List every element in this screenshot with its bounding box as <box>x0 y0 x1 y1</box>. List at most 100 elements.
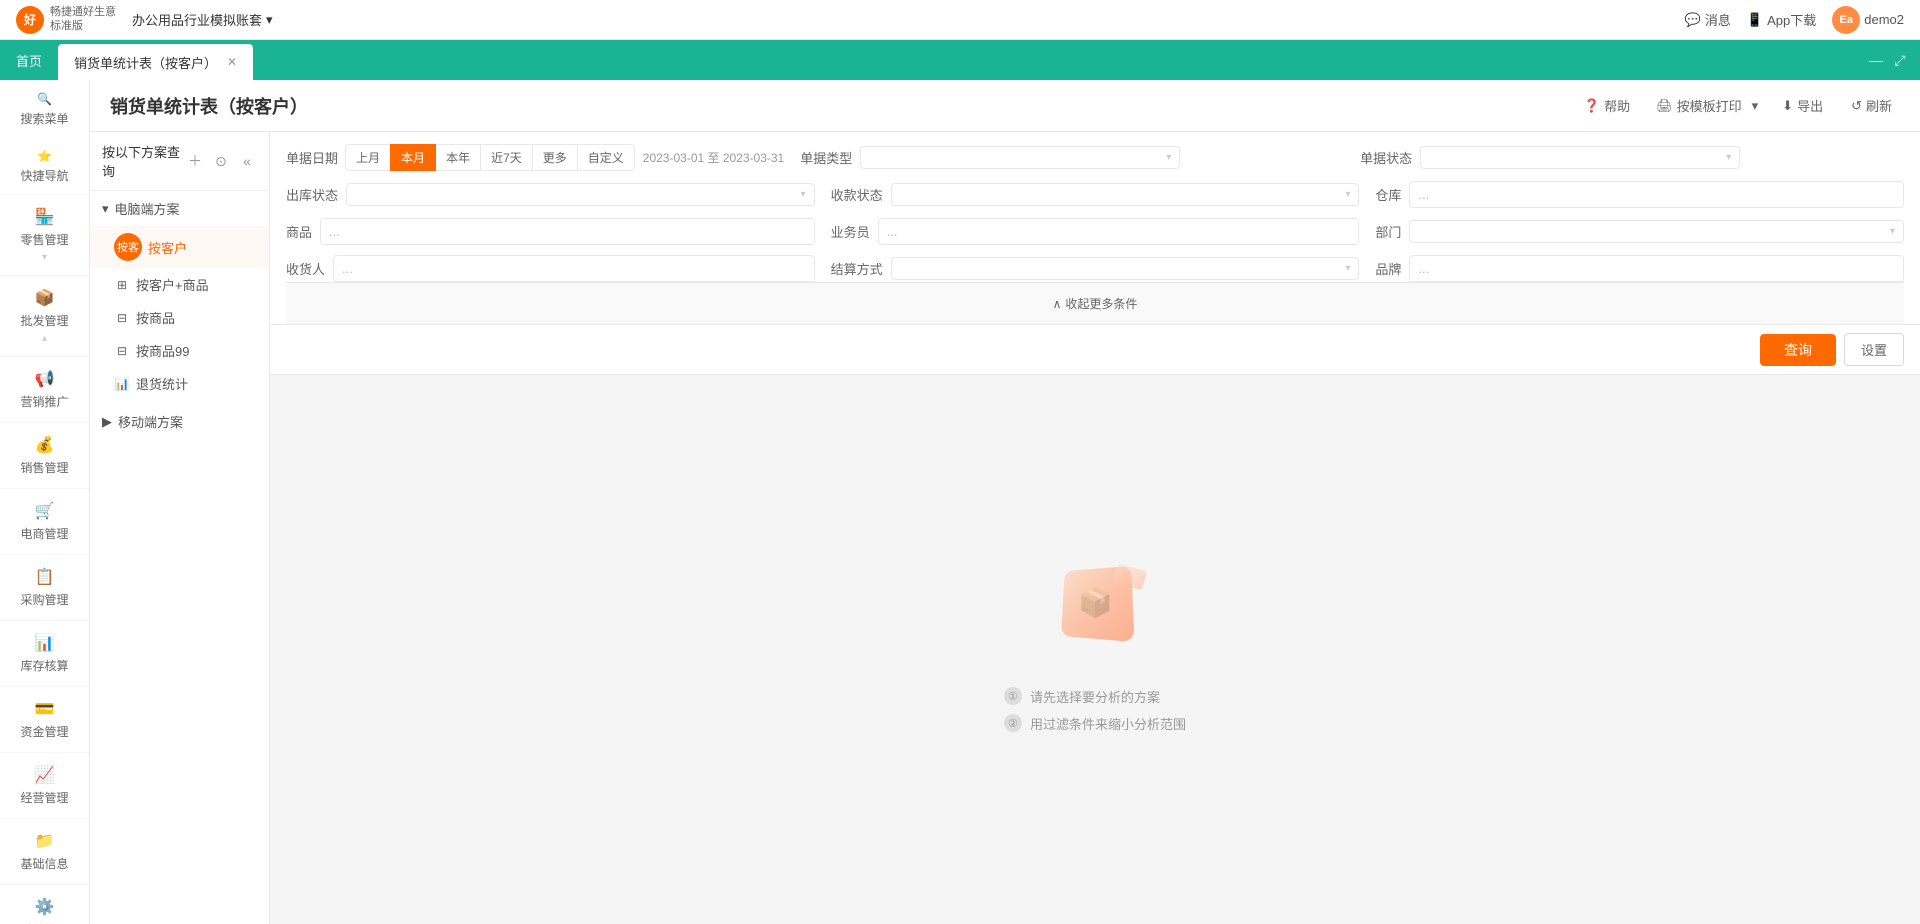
order-status-arrow: ▾ <box>1726 152 1731 163</box>
message-btn[interactable]: 💬 消息 <box>1685 10 1731 29</box>
sidebar-item-sales[interactable]: 💰 销售管理 <box>0 423 89 489</box>
scheme-group-desktop-title[interactable]: ▾ 电脑端方案 <box>90 191 269 226</box>
scheme-header: 按以下方案查询 ＋ ⊙ « <box>90 132 269 191</box>
sidebar-item-inventory[interactable]: 📊 库存核算 <box>0 621 89 687</box>
tab-sales-stats-label: 销货单统计表（按客户） <box>74 53 217 72</box>
ecommerce-icon: 🛒 <box>35 501 55 521</box>
sidebar-item-basic-info[interactable]: 📁 基础信息 <box>0 819 89 885</box>
salesperson-cell: 业务员 ... <box>831 218 1360 245</box>
win-maximize-btn[interactable]: ⤢ <box>1892 52 1908 68</box>
scheme-panel: 按以下方案查询 ＋ ⊙ « ▾ 电脑端方案 按客 按 <box>90 132 270 924</box>
hint-num-1: ① <box>1004 687 1022 705</box>
payment-status-select[interactable]: ▾ <box>891 183 1360 206</box>
settlement-select[interactable]: ▾ <box>891 257 1360 280</box>
salesperson-select[interactable]: ... <box>878 218 1360 245</box>
payment-status-label: 收款状态 <box>831 185 883 204</box>
basic-info-icon: 📁 <box>35 831 55 851</box>
date-btn-custom[interactable]: 自定义 <box>577 144 635 171</box>
scheme-item-by-customer[interactable]: 按客 按客户 <box>90 226 269 268</box>
sidebar-label-inventory: 库存核算 <box>20 657 68 674</box>
user-area[interactable]: Ea demo2 <box>1832 6 1904 34</box>
goods-value: ... <box>329 224 340 239</box>
payment-status-arrow: ▾ <box>1345 189 1350 200</box>
settings-btn[interactable]: 设置 <box>1844 333 1904 366</box>
settlement-cell: 结算方式 ▾ <box>831 257 1360 280</box>
sidebar-item-wholesale[interactable]: 📦 批发管理 ▴ <box>0 276 89 357</box>
scheme-item-by-goods[interactable]: ⊟ 按商品 <box>90 301 269 334</box>
logo-icon: 好 <box>16 6 44 34</box>
receiver-select[interactable]: ... <box>333 255 815 282</box>
refresh-btn[interactable]: ↺ 刷新 <box>1843 92 1900 119</box>
scheme-item-by-goods-99[interactable]: ⊟ 按商品99 <box>90 334 269 367</box>
print-btn[interactable]: 🖨 按模板打印 <box>1650 92 1748 119</box>
scheme-header-actions: ＋ ⊙ « <box>185 151 257 171</box>
warehouse-select[interactable]: ... <box>1409 181 1904 208</box>
message-icon: 💬 <box>1685 12 1701 28</box>
user-name: demo2 <box>1864 12 1904 27</box>
brand-select[interactable]: ... <box>1409 255 1904 282</box>
inventory-icon: 📊 <box>35 633 55 653</box>
order-status-cell: 单据状态 ▾ <box>1360 146 1904 169</box>
date-btn-more[interactable]: 更多 <box>532 144 578 171</box>
scheme-settings-btn[interactable]: ⊙ <box>211 151 231 171</box>
export-icon: ⬇ <box>1782 98 1793 114</box>
tab-home[interactable]: 首页 <box>0 40 58 80</box>
filter-row-4: 收货人 ... 结算方式 ▾ <box>286 255 1904 282</box>
goods-cell: 商品 ... <box>286 218 815 245</box>
collapse-btn[interactable]: ∧ 收起更多条件 <box>1037 289 1154 318</box>
scheme-group-mobile-title[interactable]: ▶ 移动端方案 <box>90 404 269 439</box>
print-arrow-btn[interactable]: ▾ <box>1748 94 1763 118</box>
empty-hint-1: ① 请先选择要分析的方案 <box>1004 687 1160 706</box>
hint-text-2: 用过滤条件来缩小分析范围 <box>1030 714 1186 733</box>
scheme-panel-title: 按以下方案查询 <box>102 142 185 180</box>
scheme-item-return-stats[interactable]: 📊 退货统计 <box>90 367 269 400</box>
date-btn-last-month[interactable]: 上月 <box>345 144 391 171</box>
sidebar-item-search[interactable]: 🔍 搜索菜单 <box>0 80 89 139</box>
receiver-value: ... <box>342 261 353 276</box>
order-status-select[interactable]: ▾ <box>1420 146 1740 169</box>
goods-label: 商品 <box>286 222 312 241</box>
sidebar-item-ecommerce[interactable]: 🛒 电商管理 <box>0 489 89 555</box>
sidebar-label-retail: 零售管理 <box>20 231 68 248</box>
hint-text-1: 请先选择要分析的方案 <box>1030 687 1160 706</box>
sidebar-item-operations[interactable]: 📈 经营管理 <box>0 753 89 819</box>
sidebar-label-basic-info: 基础信息 <box>20 855 68 872</box>
order-type-select[interactable]: ▾ <box>860 146 1180 169</box>
win-minimize-btn[interactable]: — <box>1868 52 1884 68</box>
sidebar-label-marketing: 营销推广 <box>20 393 68 410</box>
tab-sales-stats[interactable]: 销货单统计表（按客户） ✕ <box>58 44 253 80</box>
scheme-add-btn[interactable]: ＋ <box>185 151 205 171</box>
scheme-active-icon: 按客 <box>114 233 142 261</box>
collapse-icon: ∧ <box>1053 297 1062 311</box>
sidebar-item-purchase[interactable]: 📋 采购管理 <box>0 555 89 621</box>
sidebar-item-marketing[interactable]: 📢 营销推广 <box>0 357 89 423</box>
date-btn-this-month[interactable]: 本月 <box>390 144 436 171</box>
sidebar-item-system[interactable]: ⚙️ 系统管理 <box>0 885 89 924</box>
app-selector-arrow: ▾ <box>266 12 273 28</box>
department-select[interactable]: ▾ <box>1409 220 1904 243</box>
scheme-collapse-btn[interactable]: « <box>237 151 257 171</box>
window-controls: — ⤢ <box>1856 52 1920 68</box>
query-btn[interactable]: 查询 <box>1760 334 1836 366</box>
export-label: 导出 <box>1797 96 1823 115</box>
date-btn-7days[interactable]: 近7天 <box>480 144 533 171</box>
print-label: 按模板打印 <box>1677 96 1742 115</box>
sidebar-item-quick-nav[interactable]: ⭐ 快捷导航 <box>0 139 89 195</box>
help-btn[interactable]: ❓ 帮助 <box>1576 92 1638 119</box>
empty-hints: ① 请先选择要分析的方案 ② 用过滤条件来缩小分析范围 <box>1004 687 1186 733</box>
date-btn-this-year[interactable]: 本年 <box>435 144 481 171</box>
app-download-btn[interactable]: 📱 App下载 <box>1747 10 1816 29</box>
export-btn[interactable]: ⬇ 导出 <box>1774 92 1831 119</box>
stock-status-select[interactable]: ▾ <box>346 183 815 206</box>
app-selector[interactable]: 办公用品行业模拟账套 ▾ <box>124 6 281 33</box>
sidebar-item-retail[interactable]: 🏪 零售管理 ▾ <box>0 195 89 276</box>
warehouse-value: ... <box>1418 187 1429 202</box>
goods-select[interactable]: ... <box>320 218 815 245</box>
tab-close-btn[interactable]: ✕ <box>227 55 237 69</box>
payment-status-cell: 收款状态 ▾ <box>831 183 1360 206</box>
right-content: 单据日期 上月 本月 本年 近7天 更多 自定义 2023-03-01 至 20… <box>270 132 1920 924</box>
message-label: 消息 <box>1705 10 1731 29</box>
wholesale-icon: 📦 <box>35 288 55 308</box>
sidebar-item-finance[interactable]: 💳 资金管理 <box>0 687 89 753</box>
scheme-item-by-customer-goods[interactable]: ⊞ 按客户+商品 <box>90 268 269 301</box>
